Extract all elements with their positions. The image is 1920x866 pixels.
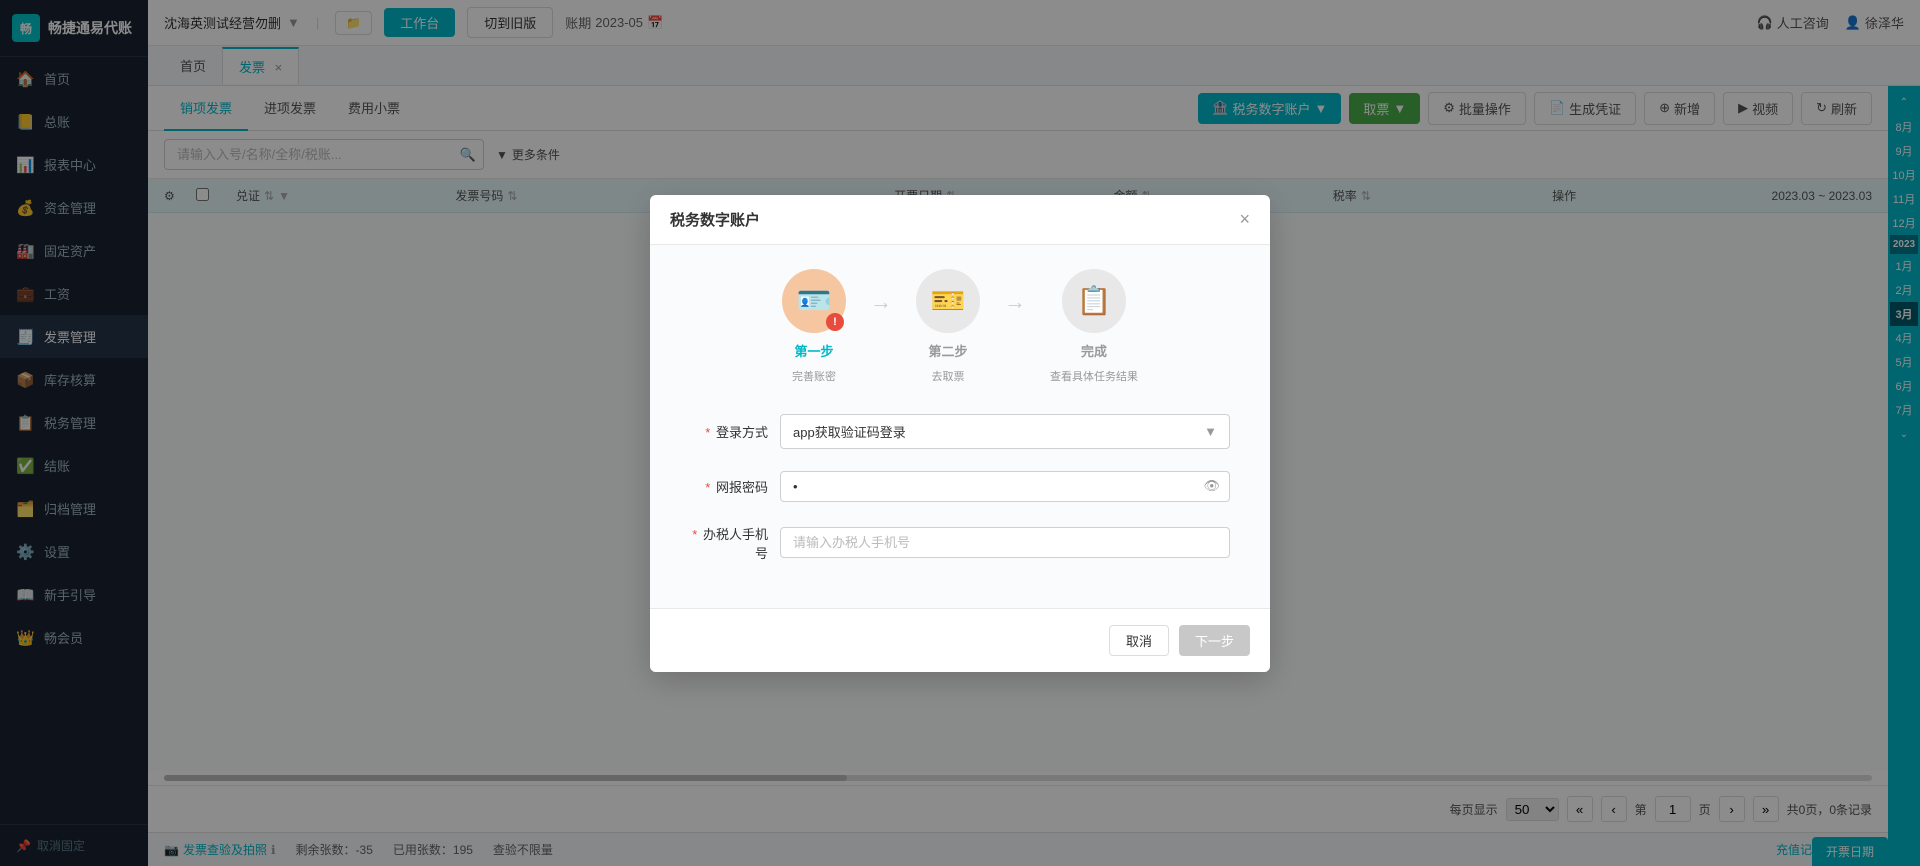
modal-header: 税务数字账户 ×: [650, 195, 1270, 245]
step3-label: 完成: [1081, 341, 1107, 360]
modal-title: 税务数字账户: [670, 209, 760, 230]
step3-icon-wrap: 📋: [1062, 269, 1126, 333]
login-method-group: * 登录方式 app获取验证码登录 ▼: [690, 414, 1230, 449]
step1-label: 第一步: [794, 341, 833, 360]
modal-overlay: 税务数字账户 × 🪪 ! 第一步 完善账密 →: [0, 0, 1920, 866]
login-method-label: * 登录方式: [690, 422, 780, 441]
phone-field-wrap: [780, 527, 1230, 558]
phone-group: * 办税人手机号: [690, 524, 1230, 562]
step-2: 🎫 第二步 去取票: [916, 269, 980, 384]
select-arrow-icon: ▼: [1204, 424, 1217, 439]
step3-sublabel: 查看具体任务结果: [1050, 368, 1138, 384]
login-method-field: app获取验证码登录 ▼: [780, 414, 1230, 449]
password-field-wrap: 👁: [780, 471, 1230, 502]
step1-icon-wrap: 🪪 !: [782, 269, 846, 333]
next-step-btn[interactable]: 下一步: [1179, 625, 1250, 656]
password-input[interactable]: [780, 471, 1230, 502]
tax-account-modal: 税务数字账户 × 🪪 ! 第一步 完善账密 →: [650, 195, 1270, 672]
step1-sublabel: 完善账密: [792, 368, 836, 384]
step2-sublabel: 去取票: [932, 368, 965, 384]
cancel-btn[interactable]: 取消: [1109, 625, 1169, 656]
modal-footer: 取消 下一步: [650, 608, 1270, 672]
step-arrow-2: →: [980, 289, 1050, 315]
modal-close-btn[interactable]: ×: [1239, 210, 1250, 228]
step-3: 📋 完成 查看具体任务结果: [1050, 269, 1138, 384]
step3-icon: 📋: [1077, 284, 1112, 317]
modal-form: * 登录方式 app获取验证码登录 ▼ * 网报密码: [690, 414, 1230, 562]
modal-body: 🪪 ! 第一步 完善账密 → 🎫 第二步 去取票: [650, 245, 1270, 608]
step1-icon: 🪪: [797, 284, 832, 317]
password-label: * 网报密码: [690, 477, 780, 496]
phone-input[interactable]: [780, 527, 1230, 558]
step2-label: 第二步: [928, 341, 967, 360]
phone-label: * 办税人手机号: [690, 524, 780, 562]
password-group: * 网报密码 👁: [690, 471, 1230, 502]
step2-icon-wrap: 🎫: [916, 269, 980, 333]
steps-row: 🪪 ! 第一步 完善账密 → 🎫 第二步 去取票: [690, 269, 1230, 384]
step1-badge: !: [826, 313, 844, 331]
step-1: 🪪 ! 第一步 完善账密: [782, 269, 846, 384]
login-method-select[interactable]: app获取验证码登录 ▼: [780, 414, 1230, 449]
step2-icon: 🎫: [931, 284, 966, 317]
step-arrow-1: →: [846, 289, 916, 315]
eye-icon[interactable]: 👁: [1203, 478, 1220, 494]
